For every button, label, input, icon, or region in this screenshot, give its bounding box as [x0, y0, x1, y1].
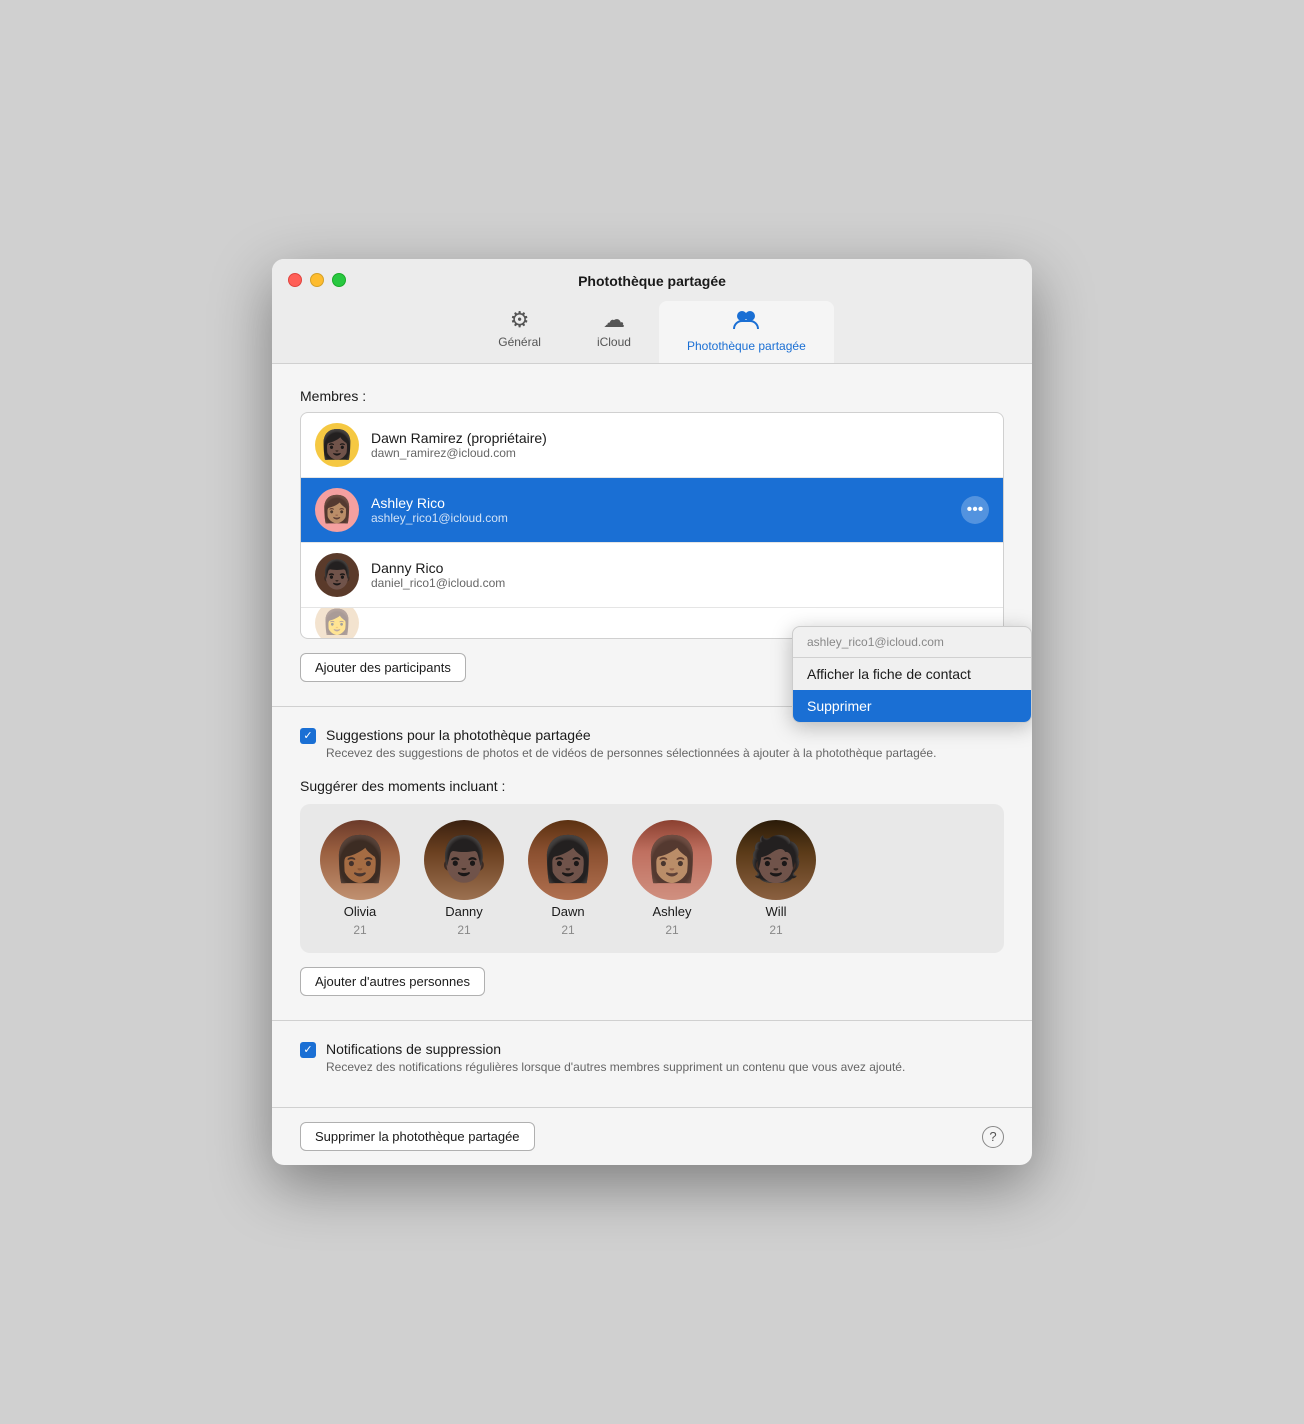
face-circle-olivia: 👩🏾 [320, 820, 400, 900]
member-email-dawn: dawn_ramirez@icloud.com [371, 446, 989, 460]
member-info-dawn: Dawn Ramirez (propriétaire) dawn_ramirez… [371, 430, 989, 460]
window-title: Photothèque partagée [578, 273, 726, 289]
suggestions-title: Suggestions pour la photothèque partagée [326, 727, 1004, 743]
traffic-lights [288, 273, 346, 287]
face-circle-danny: 👨🏿 [424, 820, 504, 900]
tab-icloud-label: iCloud [597, 335, 631, 349]
member-row-danny[interactable]: 👨🏿 Danny Rico daniel_rico1@icloud.com [301, 543, 1003, 608]
tab-bar: ⚙ Général ☁ iCloud Photothèque partagée [470, 301, 834, 363]
delete-library-button[interactable]: Supprimer la photothèque partagée [300, 1122, 535, 1151]
notifications-label-group: Notifications de suppression Recevez des… [326, 1041, 1004, 1076]
notifications-checkbox[interactable]: ✓ [300, 1042, 316, 1058]
context-menu-delete[interactable]: Supprimer [793, 690, 1031, 722]
face-ashley[interactable]: 👩🏽 Ashley 21 [632, 820, 712, 937]
cloud-icon: ☁ [603, 309, 625, 331]
member-email-danny: daniel_rico1@icloud.com [371, 576, 989, 590]
face-dawn[interactable]: 👩🏿 Dawn 21 [528, 820, 608, 937]
face-will[interactable]: 🧑🏿 Will 21 [736, 820, 816, 937]
face-name-olivia: Olivia [344, 904, 377, 919]
notifications-checkbox-row: ✓ Notifications de suppression Recevez d… [300, 1041, 1004, 1076]
face-count-ashley: 21 [665, 923, 678, 937]
suggestions-checkbox[interactable]: ✓ [300, 728, 316, 744]
face-name-ashley: Ashley [652, 904, 691, 919]
suggestions-label-group: Suggestions pour la photothèque partagée… [326, 727, 1004, 762]
face-count-olivia: 21 [353, 923, 366, 937]
titlebar: Photothèque partagée ⚙ Général ☁ iCloud … [272, 259, 1032, 364]
face-name-will: Will [766, 904, 787, 919]
member-row-ashley[interactable]: 👩🏽 Ashley Rico ashley_rico1@icloud.com •… [301, 478, 1003, 543]
add-participants-button[interactable]: Ajouter des participants [300, 653, 466, 682]
avatar-ashley: 👩🏽 [315, 488, 359, 532]
maximize-button[interactable] [332, 273, 346, 287]
close-button[interactable] [288, 273, 302, 287]
face-circle-will: 🧑🏿 [736, 820, 816, 900]
face-danny[interactable]: 👨🏿 Danny 21 [424, 820, 504, 937]
avatar-danny: 👨🏿 [315, 553, 359, 597]
member-info-ashley: Ashley Rico ashley_rico1@icloud.com [371, 495, 949, 525]
tab-icloud[interactable]: ☁ iCloud [569, 301, 659, 363]
face-count-danny: 21 [457, 923, 470, 937]
main-window: Photothèque partagée ⚙ Général ☁ iCloud … [272, 259, 1032, 1166]
tab-general-label: Général [498, 335, 541, 349]
member-more-button[interactable]: ••• [961, 496, 989, 524]
face-name-danny: Danny [445, 904, 483, 919]
suggestions-desc: Recevez des suggestions de photos et de … [326, 745, 1004, 762]
tab-general[interactable]: ⚙ Général [470, 301, 569, 363]
faces-container: 👩🏾 Olivia 21 👨🏿 Danny 21 👩🏿 Dawn 21 [300, 804, 1004, 953]
member-info-danny: Danny Rico daniel_rico1@icloud.com [371, 560, 989, 590]
members-label: Membres : [300, 388, 1004, 404]
face-circle-ashley: 👩🏽 [632, 820, 712, 900]
shared-library-icon [733, 309, 759, 335]
avatar-dawn: 👩🏿 [315, 423, 359, 467]
face-count-dawn: 21 [561, 923, 574, 937]
member-email-ashley: ashley_rico1@icloud.com [371, 511, 949, 525]
help-button[interactable]: ? [982, 1126, 1004, 1148]
tab-shared-label: Photothèque partagée [687, 339, 806, 353]
member-name-danny: Danny Rico [371, 560, 989, 576]
face-olivia[interactable]: 👩🏾 Olivia 21 [320, 820, 400, 937]
gear-icon: ⚙ [510, 309, 530, 331]
tab-shared-library[interactable]: Photothèque partagée [659, 301, 834, 363]
notifications-desc: Recevez des notifications régulières lor… [326, 1059, 1004, 1076]
context-menu: ashley_rico1@icloud.com Afficher la fich… [792, 626, 1032, 723]
suggestions-checkbox-row: ✓ Suggestions pour la photothèque partag… [300, 727, 1004, 762]
main-content: Membres : 👩🏿 Dawn Ramirez (propriétaire)… [272, 364, 1032, 1108]
context-menu-email: ashley_rico1@icloud.com [793, 627, 1031, 658]
add-people-button[interactable]: Ajouter d'autres personnes [300, 967, 485, 996]
face-circle-dawn: 👩🏿 [528, 820, 608, 900]
member-name-ashley: Ashley Rico [371, 495, 949, 511]
avatar-partial: 👩 [315, 608, 359, 638]
context-menu-view-contact[interactable]: Afficher la fiche de contact [793, 658, 1031, 690]
minimize-button[interactable] [310, 273, 324, 287]
notifications-title: Notifications de suppression [326, 1041, 1004, 1057]
member-row-dawn[interactable]: 👩🏿 Dawn Ramirez (propriétaire) dawn_rami… [301, 413, 1003, 478]
divider-2 [272, 1020, 1032, 1021]
bottom-bar: Supprimer la photothèque partagée ? [272, 1107, 1032, 1165]
face-count-will: 21 [769, 923, 782, 937]
face-name-dawn: Dawn [551, 904, 584, 919]
member-name-dawn: Dawn Ramirez (propriétaire) [371, 430, 989, 446]
members-list: 👩🏿 Dawn Ramirez (propriétaire) dawn_rami… [300, 412, 1004, 639]
suggest-moments-label: Suggérer des moments incluant : [300, 778, 1004, 794]
